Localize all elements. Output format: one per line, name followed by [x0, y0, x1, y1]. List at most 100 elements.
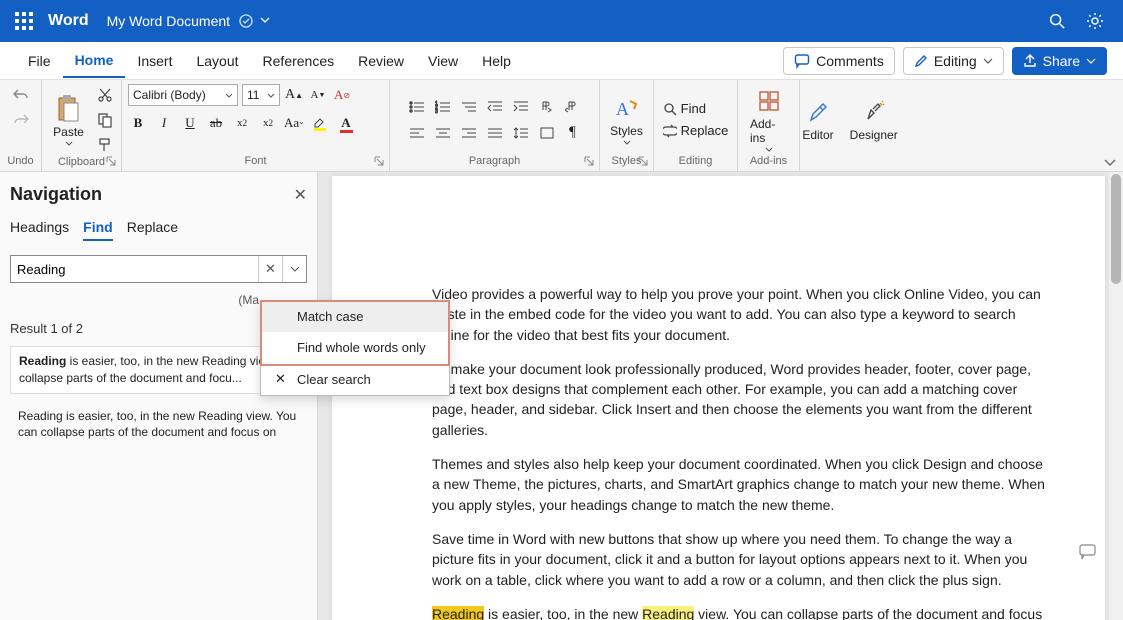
paragraph: Save time in Word with new buttons that … — [432, 529, 1049, 590]
paste-button[interactable]: Paste — [47, 93, 90, 148]
paragraph: Video provides a powerful way to help yo… — [432, 284, 1049, 345]
find-result-2[interactable]: Reading is easier, too, in the new Readi… — [10, 402, 307, 448]
settings-gear-icon[interactable] — [1085, 11, 1105, 31]
addins-group-label: Add-ins — [750, 155, 787, 169]
styles-icon: A — [613, 94, 641, 122]
copy-button[interactable] — [94, 109, 116, 131]
find-input[interactable] — [11, 262, 258, 277]
scrollbar-thumb[interactable] — [1111, 174, 1121, 284]
superscript-button[interactable]: x2 — [258, 113, 278, 133]
paragraph: Themes and styles also help keep your do… — [432, 454, 1049, 515]
menu-view[interactable]: View — [416, 45, 470, 77]
show-marks-button[interactable]: ¶ — [561, 122, 585, 144]
menu-references[interactable]: References — [251, 45, 347, 77]
increase-font-button[interactable]: A▲ — [284, 85, 304, 105]
bullets-button[interactable] — [405, 96, 429, 118]
find-highlight-current: Reading — [432, 606, 484, 620]
undo-button[interactable] — [10, 84, 32, 106]
designer-icon — [860, 98, 888, 126]
clear-search-option[interactable]: ✕ Clear search — [261, 363, 449, 395]
menu-bar: File Home Insert Layout References Revie… — [0, 42, 1123, 80]
nav-tab-replace[interactable]: Replace — [127, 219, 178, 241]
app-name: Word — [48, 12, 89, 30]
styles-group-label: Styles — [612, 155, 642, 169]
menu-review[interactable]: Review — [346, 45, 416, 77]
menu-insert[interactable]: Insert — [125, 45, 184, 77]
ribbon-collapse-icon[interactable] — [1103, 157, 1117, 167]
increase-indent-button[interactable] — [509, 96, 533, 118]
editor-label: Editor — [802, 128, 833, 142]
align-right-button[interactable] — [457, 122, 481, 144]
paragraph-group-label: Paragraph — [469, 155, 520, 169]
styles-label: Styles — [610, 124, 643, 138]
find-button[interactable]: Find — [659, 99, 733, 118]
numbering-button[interactable]: 123 — [431, 96, 455, 118]
find-label: Find — [681, 101, 706, 116]
paragraph-launcher-icon[interactable] — [584, 156, 596, 168]
font-name-select[interactable]: Calibri (Body) — [128, 84, 238, 106]
font-color-button[interactable]: A — [336, 113, 356, 133]
document-title-dropdown-icon[interactable] — [260, 15, 272, 27]
underline-button[interactable]: U — [180, 113, 200, 133]
comments-button[interactable]: Comments — [783, 47, 895, 75]
borders-button[interactable] — [535, 122, 559, 144]
bold-button[interactable]: B — [128, 113, 148, 133]
subscript-button[interactable]: x2 — [232, 113, 252, 133]
share-button[interactable]: Share — [1012, 47, 1107, 75]
align-center-button[interactable] — [431, 122, 455, 144]
menu-file[interactable]: File — [16, 45, 63, 77]
redo-button[interactable] — [10, 109, 32, 131]
navigation-close-icon[interactable]: ✕ — [294, 185, 307, 205]
menu-layout[interactable]: Layout — [184, 45, 250, 77]
comment-marker-icon[interactable] — [1079, 544, 1097, 560]
search-icon[interactable] — [1047, 11, 1067, 31]
result-text: Reading is easier, too, in the new — [18, 409, 198, 423]
addins-button[interactable]: Add-ins — [744, 85, 793, 154]
clear-search-icon[interactable]: ✕ — [258, 256, 282, 282]
ribbon-group-addins: Add-ins Add-ins — [738, 80, 800, 171]
menu-home[interactable]: Home — [63, 44, 126, 78]
ltr-direction-button[interactable] — [535, 96, 559, 118]
designer-button[interactable]: Designer — [844, 96, 904, 144]
nav-tab-headings[interactable]: Headings — [10, 219, 69, 241]
clear-search-label: Clear search — [297, 372, 371, 387]
clipboard-launcher-icon[interactable] — [106, 156, 118, 168]
cut-button[interactable] — [94, 84, 116, 106]
ribbon-group-right: Editor Designer — [800, 80, 900, 171]
document-title[interactable]: My Word Document — [107, 13, 230, 29]
clipboard-group-label: Clipboard — [58, 156, 105, 170]
clear-formatting-button[interactable]: A⊘ — [332, 85, 352, 105]
highlight-color-button[interactable] — [310, 113, 330, 133]
replace-label: Replace — [681, 123, 729, 138]
editing-mode-button[interactable]: Editing — [903, 47, 1004, 75]
format-painter-button[interactable] — [94, 134, 116, 156]
menu-help[interactable]: Help — [470, 45, 523, 77]
whole-words-option[interactable]: Find whole words only — [261, 332, 449, 363]
italic-button[interactable]: I — [154, 113, 174, 133]
saved-indicator-icon — [238, 13, 254, 29]
decrease-font-button[interactable]: A▼ — [308, 85, 328, 105]
editor-button[interactable]: Editor — [796, 96, 839, 144]
vertical-scrollbar[interactable] — [1109, 172, 1123, 620]
styles-button[interactable]: A Styles — [604, 92, 649, 147]
rtl-direction-button[interactable] — [561, 96, 585, 118]
match-case-option[interactable]: Match case — [261, 301, 449, 332]
font-size-select[interactable]: 11 — [242, 84, 280, 106]
decrease-indent-button[interactable] — [483, 96, 507, 118]
change-case-button[interactable]: Aa — [284, 113, 304, 133]
search-options-dropdown-icon[interactable] — [282, 256, 306, 282]
replace-button[interactable]: Replace — [659, 121, 733, 140]
justify-button[interactable] — [483, 122, 507, 144]
document-page[interactable]: Video provides a powerful way to help yo… — [332, 176, 1105, 620]
align-left-button[interactable] — [405, 122, 429, 144]
chevron-down-icon — [983, 56, 993, 66]
app-launcher-icon[interactable] — [8, 5, 40, 37]
close-icon: ✕ — [275, 371, 287, 387]
styles-launcher-icon[interactable] — [638, 156, 650, 168]
font-launcher-icon[interactable] — [374, 156, 386, 168]
multilevel-list-button[interactable] — [457, 96, 481, 118]
ribbon-group-paragraph: 123 ¶ Paragraph — [390, 80, 600, 171]
strikethrough-button[interactable]: ab — [206, 113, 226, 133]
nav-tab-find[interactable]: Find — [83, 219, 113, 241]
line-spacing-button[interactable] — [509, 122, 533, 144]
